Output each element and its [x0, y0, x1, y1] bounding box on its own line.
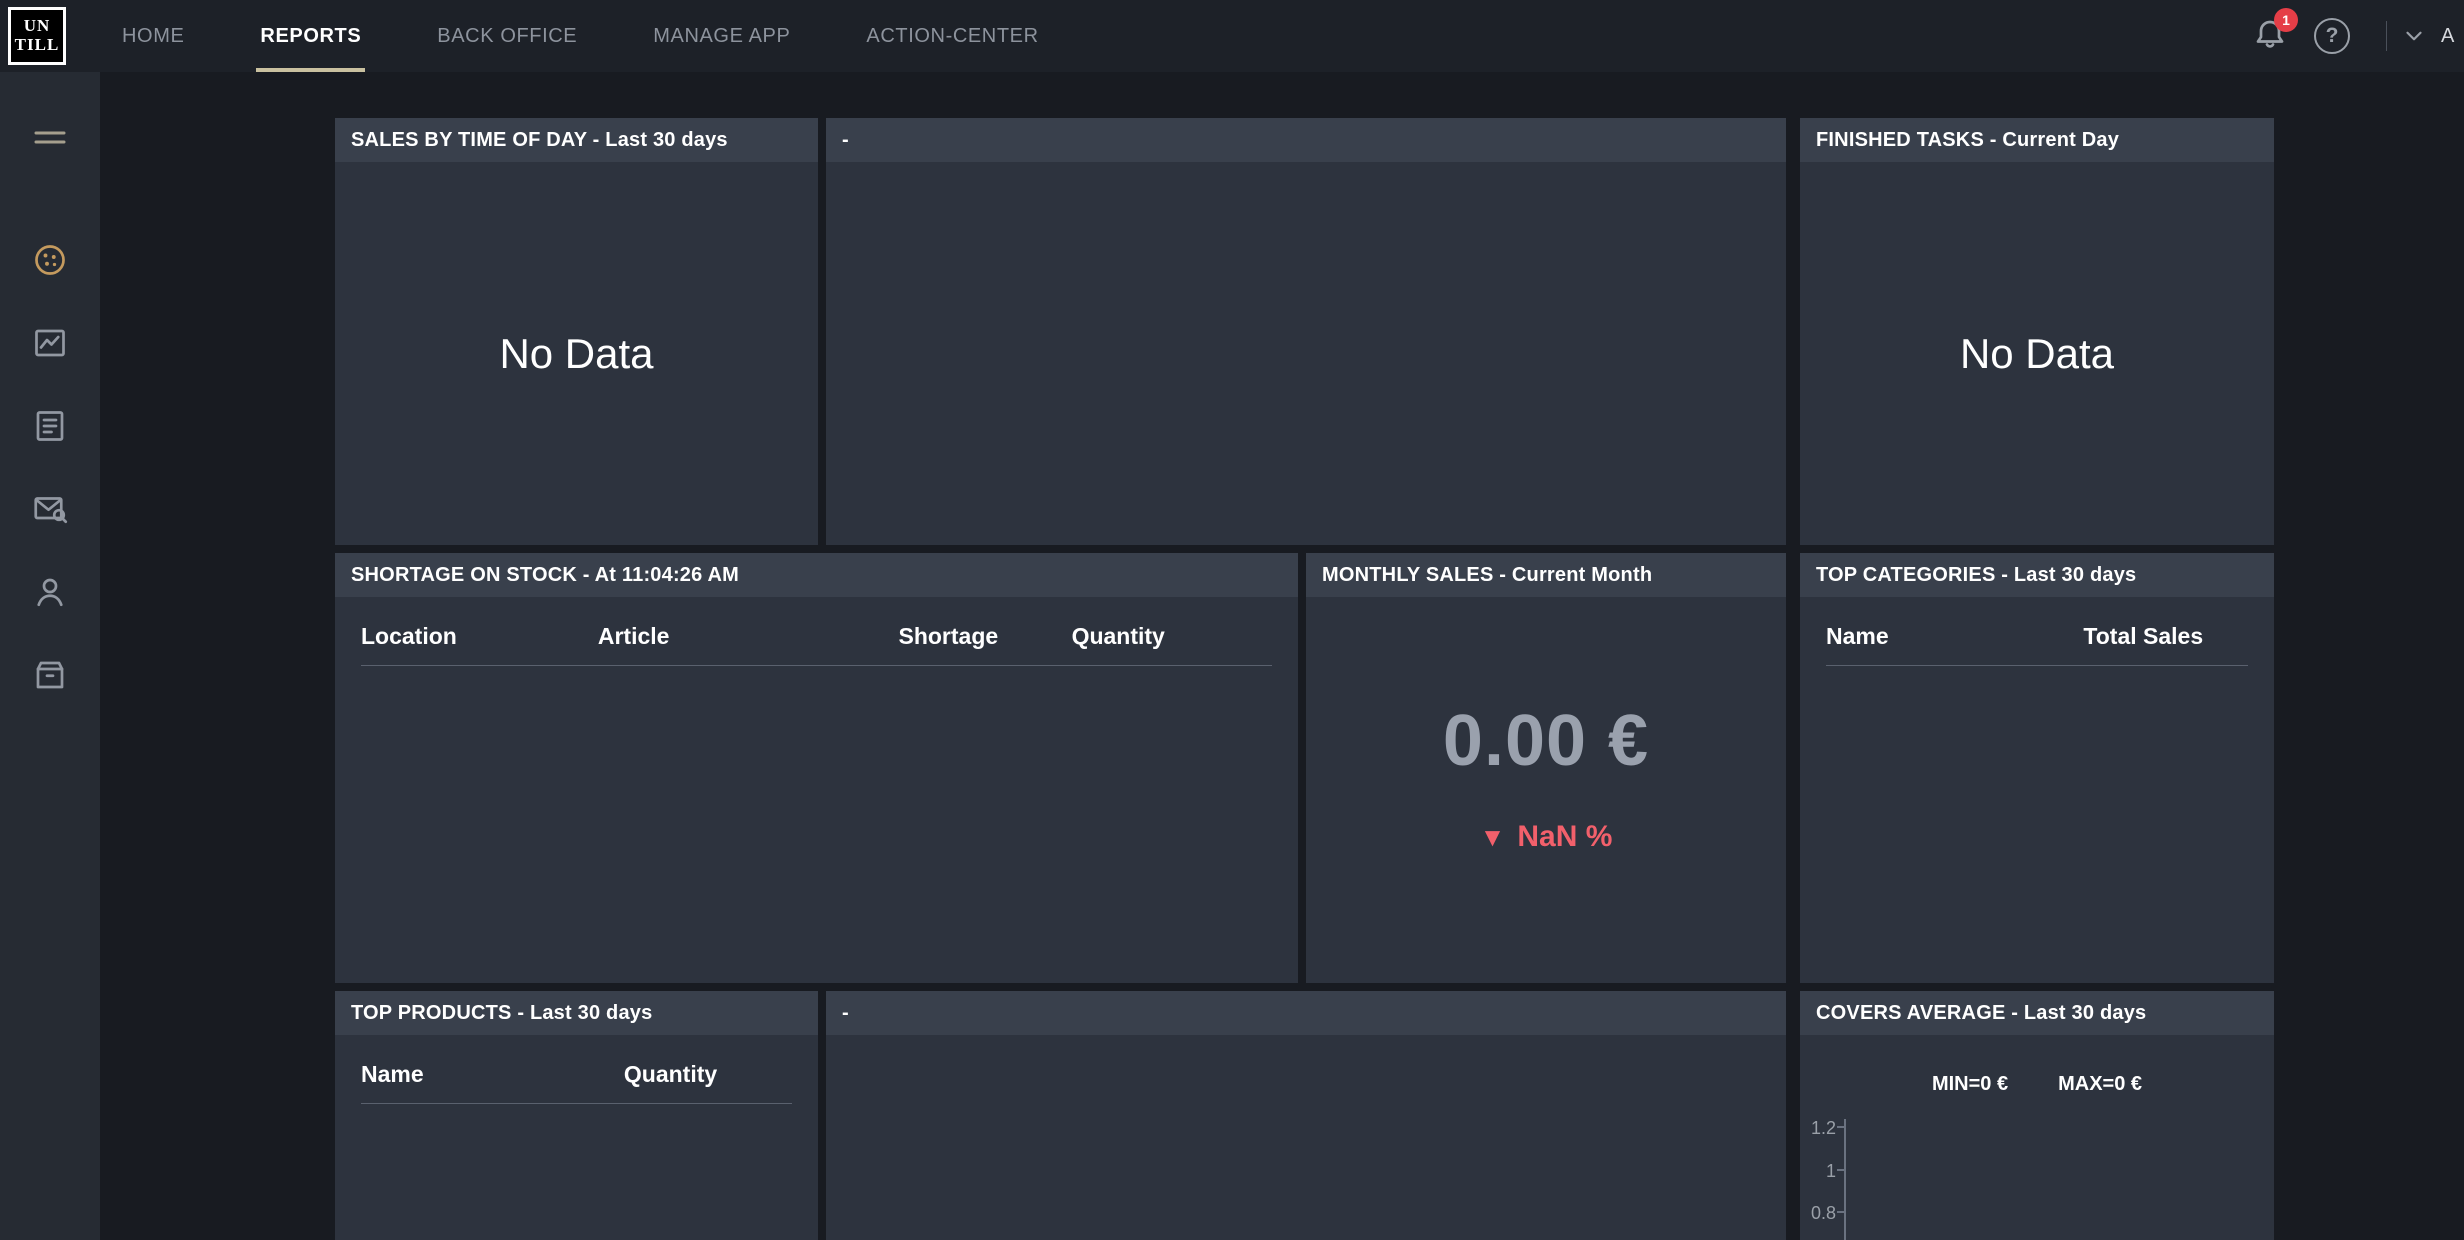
no-data-text: No Data: [1959, 329, 2115, 377]
sidebar-item-stock[interactable]: [32, 657, 68, 693]
nav-reports[interactable]: REPORTS: [256, 0, 366, 72]
mail-search-icon: [32, 497, 68, 531]
monthly-sales-delta: ▼ NaN %: [1480, 820, 1613, 854]
card-finished-tasks: FINISHED TASKS - Current Day No Data: [1800, 118, 2274, 545]
no-data-text: No Data: [499, 329, 654, 377]
covers-max-label: MAX=0 €: [2058, 1073, 2143, 1095]
card-monthly-sales: MONTHLY SALES - Current Month 0.00 € ▼ N…: [1306, 553, 1786, 983]
question-mark-icon: ?: [2325, 24, 2339, 47]
covers-min-label: MIN=0 €: [1931, 1073, 2009, 1095]
document-icon: [32, 411, 68, 448]
column-header: Total Sales: [2083, 623, 2204, 649]
person-icon: [32, 578, 68, 614]
column-header: Quantity: [1071, 623, 1165, 649]
column-header: Quantity: [623, 1061, 718, 1087]
card-untitled-top: -: [826, 118, 1786, 545]
card-title: -: [826, 118, 1786, 162]
column-header: Name: [361, 1061, 424, 1087]
y-axis-tick-mark: [1837, 1126, 1845, 1128]
shortage-table-header: Location Article Shortage Quantity: [361, 597, 1272, 666]
sidebar-item-reports-documents[interactable]: [32, 408, 68, 444]
card-title: SALES BY TIME OF DAY - Last 30 days: [335, 118, 818, 162]
nav-manage-app[interactable]: MANAGE APP: [653, 0, 790, 72]
user-menu-button[interactable]: [2401, 23, 2427, 49]
untill-logo: UN TILL: [8, 7, 66, 65]
nav-action-center[interactable]: ACTION-CENTER: [866, 0, 1038, 72]
y-axis-tick-mark: [1837, 1211, 1845, 1213]
card-title: SHORTAGE ON STOCK - At 11:04:26 AM: [335, 553, 1298, 597]
y-axis-tick-label: 1: [1825, 1161, 1836, 1181]
logo-line-1: UN: [23, 16, 51, 36]
covers-minmax-row: MIN=0 € MAX=0 €: [1800, 1073, 2274, 1096]
logo-line-2: TILL: [14, 35, 60, 54]
card-title: TOP CATEGORIES - Last 30 days: [1800, 553, 2274, 597]
card-untitled-bottom: - Bear: [826, 991, 1786, 1240]
y-axis-tick-label: 1.2: [1810, 1118, 1836, 1138]
card-top-products: TOP PRODUCTS - Last 30 days Name Quantit…: [335, 991, 818, 1240]
sidebar-item-contacts[interactable]: [32, 574, 68, 610]
y-axis-tick-mark: [1837, 1169, 1845, 1171]
chart-image-icon: [32, 329, 68, 365]
nav-home[interactable]: HOME: [122, 0, 184, 72]
column-header: Article: [597, 623, 670, 649]
delta-value: NaN %: [1517, 820, 1613, 853]
card-title: COVERS AVERAGE - Last 30 days: [1800, 991, 2274, 1035]
card-sales-by-time-of-day: SALES BY TIME OF DAY - Last 30 days No D…: [335, 118, 818, 545]
user-name-label: A: [2441, 24, 2455, 47]
stock-box-icon: [32, 661, 68, 697]
topbar-divider: [2386, 21, 2387, 51]
chevron-down-icon: [2401, 31, 2427, 53]
nav-back-office[interactable]: BACK OFFICE: [437, 0, 577, 72]
card-title: -: [826, 991, 1786, 1035]
card-top-categories: TOP CATEGORIES - Last 30 days Name Total…: [1800, 553, 2274, 983]
column-header: Shortage: [898, 623, 999, 649]
empty-card-body: [826, 162, 1786, 545]
card-covers-average: COVERS AVERAGE - Last 30 days MIN=0 € MA…: [1800, 991, 2274, 1240]
left-sidebar: [0, 72, 100, 1240]
card-title: TOP PRODUCTS - Last 30 days: [335, 991, 818, 1035]
card-title: MONTHLY SALES - Current Month: [1306, 553, 1786, 597]
topbar-right-controls: 1 ? A: [2252, 0, 2454, 72]
notifications-button[interactable]: 1: [2252, 8, 2298, 56]
bell-icon: [2252, 20, 2288, 56]
dashboard-icon: [32, 245, 68, 282]
top-products-table-header: Name Quantity: [361, 1035, 792, 1104]
help-button[interactable]: ?: [2314, 18, 2350, 54]
top-navigation-bar: UN TILL HOME REPORTS BACK OFFICE MANAGE …: [0, 0, 2464, 72]
card-shortage-on-stock: SHORTAGE ON STOCK - At 11:04:26 AM Locat…: [335, 553, 1298, 983]
sidebar-item-dashboard[interactable]: [32, 242, 68, 278]
column-header: Location: [361, 623, 457, 649]
sidebar-item-sales-charts[interactable]: [32, 325, 68, 361]
card-title: FINISHED TASKS - Current Day: [1800, 118, 2274, 162]
down-triangle-icon: ▼: [1479, 821, 1506, 852]
sidebar-menu-toggle[interactable]: [30, 122, 70, 152]
sidebar-item-search-invoices[interactable]: [32, 491, 68, 527]
top-categories-table-header: Name Total Sales: [1826, 597, 2248, 666]
hamburger-menu-icon: [30, 131, 70, 156]
monthly-sales-amount: 0.00 €: [1442, 701, 1650, 781]
sidebar-icon-stack: [32, 242, 68, 693]
main-nav: HOME REPORTS BACK OFFICE MANAGE APP ACTI…: [122, 0, 1039, 72]
y-axis-tick-label: 0.8: [1810, 1203, 1836, 1223]
column-header: Name: [1826, 623, 1889, 649]
covers-chart-y-axis: [1844, 1119, 1846, 1240]
notification-badge: 1: [2274, 8, 2298, 32]
